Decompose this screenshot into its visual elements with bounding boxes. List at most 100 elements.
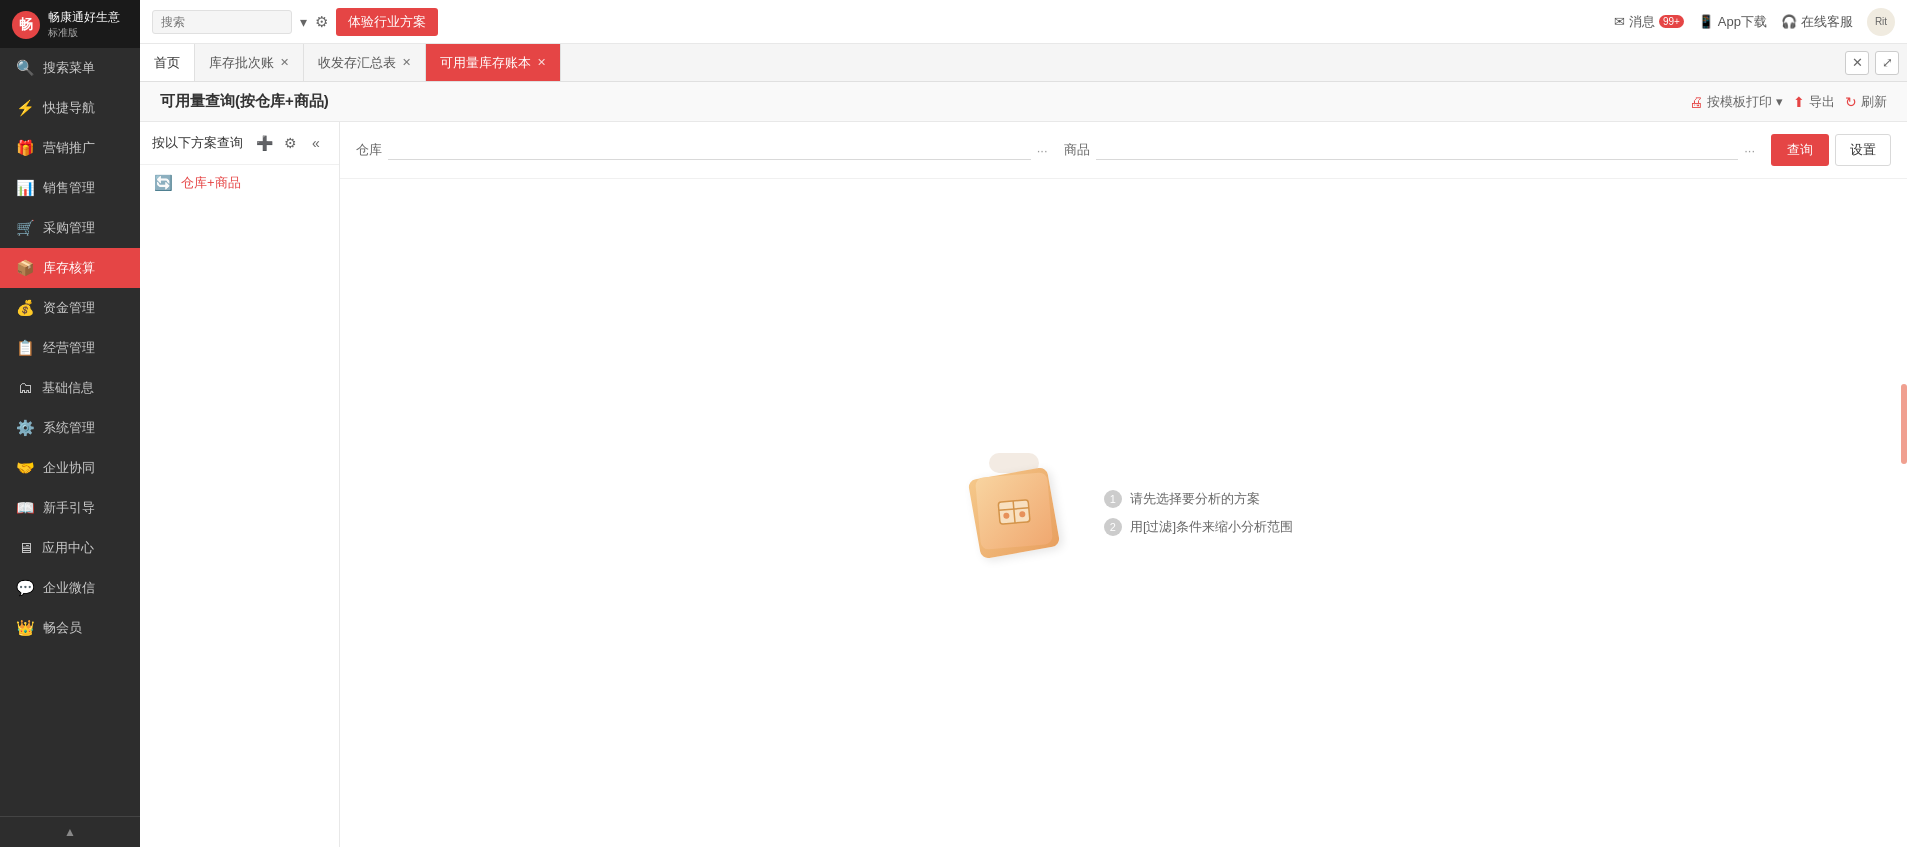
main-area: ▾ ⚙ 体验行业方案 ✉ 消息 99+ 📱 App下载 🎧 在线客服 Rit [140,0,1907,847]
tab-available-inventory-close[interactable]: ✕ [537,56,546,69]
print-label: 按模板打印 [1707,93,1772,111]
wechat-icon: 💬 [16,579,35,597]
inventory-icon: 📦 [16,259,35,277]
sidebar-bottom[interactable]: ▲ [0,816,140,847]
page-header: 可用量查询(按仓库+商品) 🖨 按模板打印 ▾ ⬆ 导出 ↻ 刷新 [140,82,1907,122]
topbar-right: ✉ 消息 99+ 📱 App下载 🎧 在线客服 Rit [1614,8,1895,36]
newbie-icon: 📖 [16,499,35,517]
left-panel: 按以下方案查询 ➕ ⚙ « 🔄 仓库+商品 [140,122,340,847]
sidebar-item-label: 应用中心 [42,539,94,557]
sidebar-item-operation[interactable]: 📋 经营管理 [0,328,140,368]
export-icon: ⬆ [1793,94,1805,110]
tab-maximize-button[interactable]: ⤢ [1875,51,1899,75]
goods-filter-group: 商品 ··· [1064,140,1756,160]
settings-icon[interactable]: ⚙ [315,13,328,31]
tab-batch-accounts-label: 库存批次账 [209,54,274,72]
export-button[interactable]: ⬆ 导出 [1793,93,1835,111]
sidebar-item-newbie[interactable]: 📖 新手引导 [0,488,140,528]
sidebar-item-label: 系统管理 [43,419,95,437]
online-service-label: 在线客服 [1801,13,1853,31]
sidebar-item-shortcut[interactable]: ⚡ 快捷导航 [0,88,140,128]
refresh-label: 刷新 [1861,93,1887,111]
sidebar-logo: 畅 畅康通好生意 标准版 [0,0,140,48]
sidebar-item-system[interactable]: ⚙️ 系统管理 [0,408,140,448]
finance-icon: 💰 [16,299,35,317]
online-service-button[interactable]: 🎧 在线客服 [1781,13,1853,31]
tab-home[interactable]: 首页 [140,44,195,82]
empty-state: 1 请先选择要分析的方案 2 用[过滤]条件来缩小分析范围 [340,179,1907,847]
logo-text: 畅康通好生意 标准版 [48,10,120,40]
scheme-warehouse-goods[interactable]: 🔄 仓库+商品 [140,165,339,201]
tab-batch-accounts[interactable]: 库存批次账 ✕ [195,44,304,82]
tip-number-2: 2 [1104,518,1122,536]
query-button[interactable]: 查询 [1771,134,1829,166]
sidebar-item-label: 库存核算 [43,259,95,277]
tab-collection-summary-close[interactable]: ✕ [402,56,411,69]
edit-scheme-button[interactable]: ⚙ [279,132,301,154]
empty-tips: 1 请先选择要分析的方案 2 用[过滤]条件来缩小分析范围 [1104,490,1293,536]
refresh-icon: ↻ [1845,94,1857,110]
purchase-icon: 🛒 [16,219,35,237]
sidebar-item-sales[interactable]: 📊 销售管理 [0,168,140,208]
left-panel-header: 按以下方案查询 ➕ ⚙ « [140,122,339,165]
tip-text-2: 用[过滤]条件来缩小分析范围 [1130,518,1293,536]
goods-filter-more[interactable]: ··· [1744,143,1755,158]
print-dropdown-icon: ▾ [1776,94,1783,109]
dropdown-icon[interactable]: ▾ [300,14,307,30]
column-settings-button[interactable]: 设置 [1835,134,1891,166]
tip-text-1: 请先选择要分析的方案 [1130,490,1260,508]
filter-actions: 查询 设置 [1771,134,1891,166]
logo-icon: 畅 [12,11,40,39]
box-front [975,472,1053,550]
sidebar-item-search[interactable]: 🔍 搜索菜单 [0,48,140,88]
sidebar-item-label: 企业微信 [43,579,95,597]
empty-tip-2: 2 用[过滤]条件来缩小分析范围 [1104,518,1293,536]
sidebar-item-member[interactable]: 👑 畅会员 [0,608,140,648]
sidebar-item-label: 新手引导 [43,499,95,517]
page-scrollbar[interactable] [1901,384,1907,464]
goods-filter-input[interactable] [1096,140,1739,160]
sidebar-item-wechat[interactable]: 💬 企业微信 [0,568,140,608]
tab-close-window-button[interactable]: ✕ [1845,51,1869,75]
sidebar-item-enterprise[interactable]: 🤝 企业协同 [0,448,140,488]
print-icon: 🖨 [1689,94,1703,110]
sidebar-item-basic[interactable]: 🗂 基础信息 [0,368,140,408]
tab-collection-summary-label: 收发存汇总表 [318,54,396,72]
sidebar-item-marketing[interactable]: 🎁 营销推广 [0,128,140,168]
warehouse-filter-label: 仓库 [356,141,382,159]
warehouse-goods-icon: 🔄 [154,174,173,192]
topbar: ▾ ⚙ 体验行业方案 ✉ 消息 99+ 📱 App下载 🎧 在线客服 Rit [140,0,1907,44]
warehouse-filter-input[interactable] [388,140,1031,160]
operation-icon: 📋 [16,339,35,357]
sidebar-item-purchase[interactable]: 🛒 采购管理 [0,208,140,248]
filter-row: 仓库 ··· 商品 ··· 查询 设置 [340,122,1907,179]
search-input[interactable] [152,10,292,34]
sidebar-item-finance[interactable]: 💰 资金管理 [0,288,140,328]
empty-tip-1: 1 请先选择要分析的方案 [1104,490,1293,508]
sidebar-item-appstore[interactable]: 🖥 应用中心 [0,528,140,568]
print-button[interactable]: 🖨 按模板打印 ▾ [1689,93,1783,111]
refresh-button[interactable]: ↻ 刷新 [1845,93,1887,111]
tab-available-inventory[interactable]: 可用量库存账本 ✕ [426,44,561,82]
collapse-panel-button[interactable]: « [305,132,327,154]
export-label: 导出 [1809,93,1835,111]
system-icon: ⚙️ [16,419,35,437]
page-header-actions: 🖨 按模板打印 ▾ ⬆ 导出 ↻ 刷新 [1689,93,1887,111]
tip-number-1: 1 [1104,490,1122,508]
sidebar-item-label: 销售管理 [43,179,95,197]
sidebar-item-inventory[interactable]: 📦 库存核算 [0,248,140,288]
add-scheme-button[interactable]: ➕ [253,132,275,154]
message-button[interactable]: ✉ 消息 99+ [1614,13,1684,31]
warehouse-filter-more[interactable]: ··· [1037,143,1048,158]
sidebar-item-label: 基础信息 [42,379,94,397]
tab-home-label: 首页 [154,54,180,72]
app-download-button[interactable]: 📱 App下载 [1698,13,1767,31]
tabs-actions: ✕ ⤢ [1837,51,1907,75]
user-name: Rit [1875,16,1887,27]
tab-available-inventory-label: 可用量库存账本 [440,54,531,72]
user-avatar[interactable]: Rit [1867,8,1895,36]
tab-collection-summary[interactable]: 收发存汇总表 ✕ [304,44,426,82]
industry-solution-button[interactable]: 体验行业方案 [336,8,438,36]
content-area: 按以下方案查询 ➕ ⚙ « 🔄 仓库+商品 仓库 ··· [140,122,1907,847]
tab-batch-accounts-close[interactable]: ✕ [280,56,289,69]
